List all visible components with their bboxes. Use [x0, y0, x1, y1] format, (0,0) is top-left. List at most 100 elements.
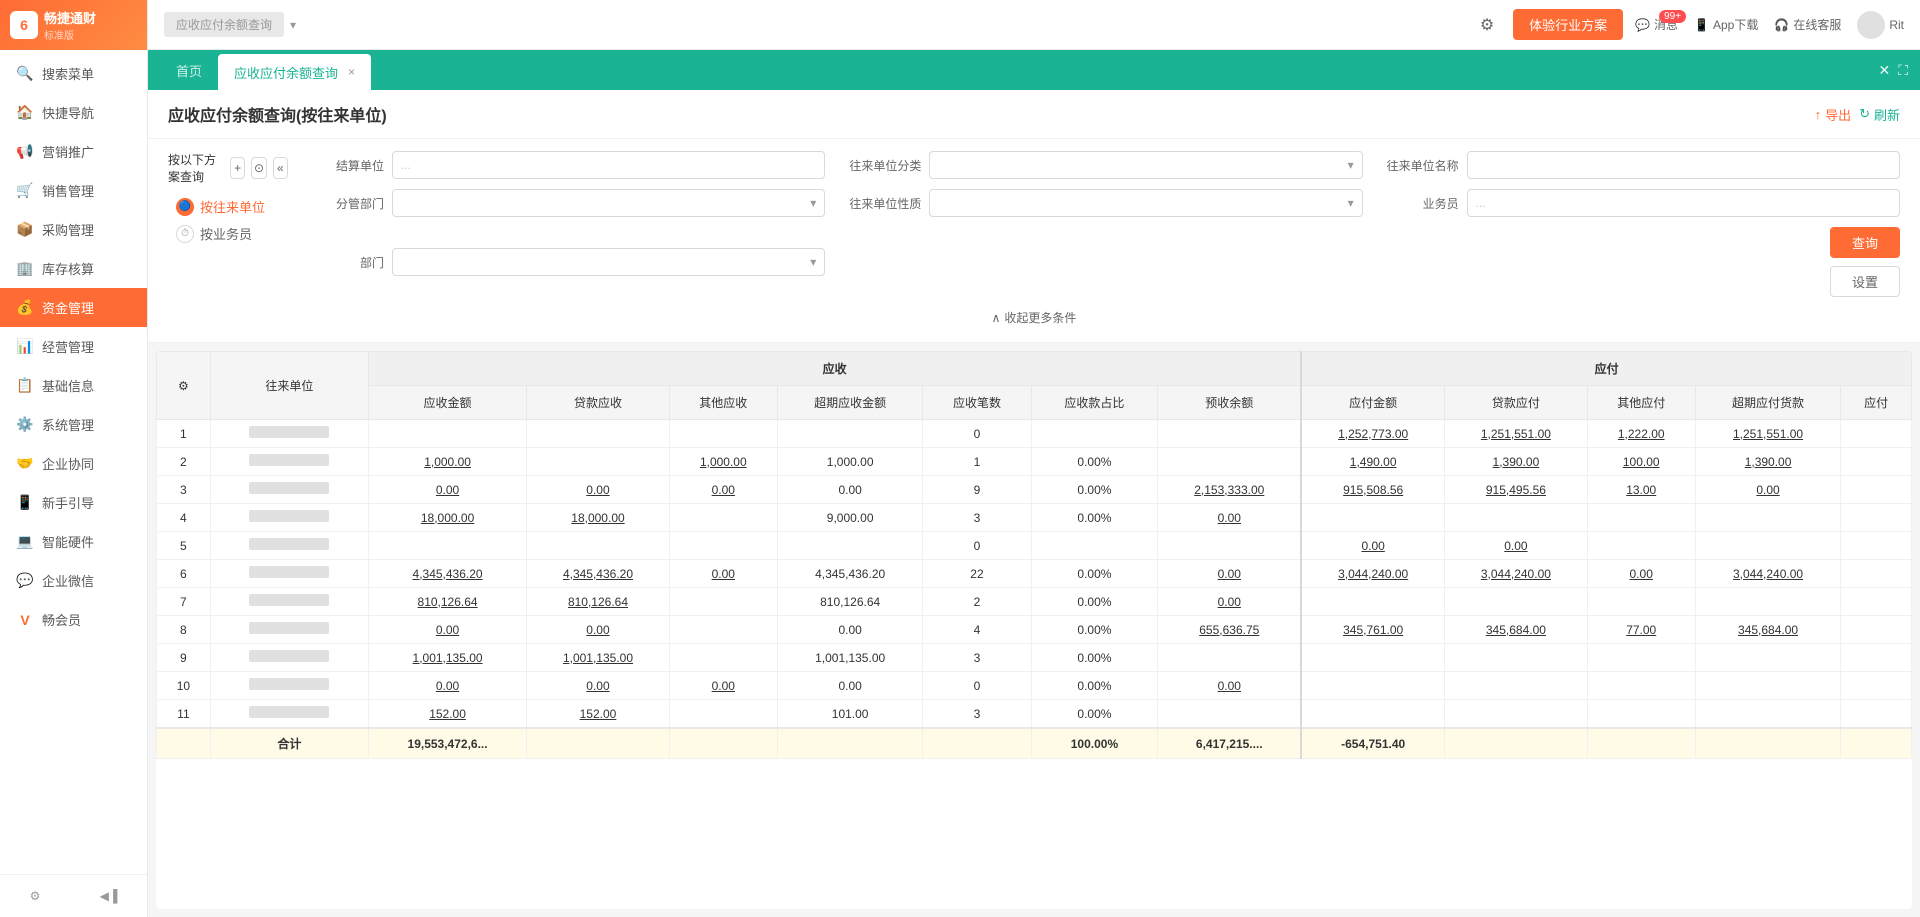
- tabbar-expand-btn[interactable]: ⛶: [1898, 62, 1908, 79]
- topbar-settings-btn[interactable]: ⚙: [1473, 11, 1501, 39]
- app-download-btn[interactable]: 📱 App下载: [1694, 16, 1758, 33]
- table-cell[interactable]: 0.00: [527, 476, 670, 504]
- sidebar-item-wechat[interactable]: 💬 企业微信: [0, 561, 147, 600]
- settings-scheme-btn[interactable]: ⊙: [251, 157, 266, 179]
- settlement-input[interactable]: ...: [392, 151, 825, 179]
- user-btn[interactable]: Rit: [1857, 11, 1904, 39]
- partner-category-input[interactable]: ▾: [929, 151, 1362, 179]
- sidebar-item-marketing[interactable]: 📢 营销推广: [0, 132, 147, 171]
- table-cell[interactable]: 1,252,773.00: [1301, 420, 1444, 448]
- table-cell[interactable]: 915,495.56: [1445, 476, 1588, 504]
- salesperson-input[interactable]: ...: [1467, 189, 1900, 217]
- table-cell[interactable]: 810,126.64: [527, 588, 670, 616]
- table-cell[interactable]: 0.00: [669, 560, 777, 588]
- table-cell[interactable]: 345,761.00: [1301, 616, 1444, 644]
- dept-input[interactable]: ▾: [392, 248, 825, 276]
- table-cell[interactable]: 0.00: [527, 672, 670, 700]
- tab-active[interactable]: 应收应付余额查询 ×: [218, 54, 371, 90]
- partner-nature-input[interactable]: ▾: [929, 189, 1362, 217]
- table-cell: 1,000.00: [777, 448, 923, 476]
- table-cell[interactable]: 915,508.56: [1301, 476, 1444, 504]
- method-partner[interactable]: 🔵 按往来单位: [168, 193, 288, 220]
- table-cell[interactable]: 0.00: [1587, 560, 1695, 588]
- export-button[interactable]: ↑ 导出: [1815, 105, 1852, 124]
- table-cell[interactable]: 0.00: [669, 476, 777, 504]
- table-cell[interactable]: 0.00: [1301, 532, 1444, 560]
- tab-close-icon[interactable]: ×: [348, 65, 355, 79]
- solution-button[interactable]: 体验行业方案: [1513, 9, 1623, 40]
- table-cell[interactable]: 0.00: [669, 672, 777, 700]
- sidebar-item-basic[interactable]: 📋 基础信息: [0, 366, 147, 405]
- sidebar-item-guide[interactable]: 📱 新手引导: [0, 483, 147, 522]
- table-cell[interactable]: 0.00: [1158, 588, 1301, 616]
- tabbar-close-btn[interactable]: ✕: [1878, 62, 1890, 79]
- table-cell: 22: [923, 560, 1031, 588]
- table-cell[interactable]: 0.00: [1158, 560, 1301, 588]
- tab-home[interactable]: 首页: [160, 50, 218, 90]
- table-cell[interactable]: 2,153,333.00: [1158, 476, 1301, 504]
- table-cell[interactable]: 18,000.00: [368, 504, 526, 532]
- collapse-scheme-btn[interactable]: «: [273, 157, 288, 179]
- table-cell[interactable]: 3,044,240.00: [1301, 560, 1444, 588]
- table-cell[interactable]: 4,345,436.20: [527, 560, 670, 588]
- table-cell[interactable]: 0.00: [527, 616, 670, 644]
- table-cell[interactable]: 0.00: [1445, 532, 1588, 560]
- table-cell[interactable]: 0.00: [1158, 504, 1301, 532]
- table-cell[interactable]: 1,390.00: [1695, 448, 1841, 476]
- table-cell[interactable]: 345,684.00: [1695, 616, 1841, 644]
- table-cell: [527, 448, 670, 476]
- refresh-button[interactable]: ↻ 刷新: [1859, 105, 1900, 124]
- table-cell[interactable]: 152.00: [527, 700, 670, 729]
- partner-name-input[interactable]: [1467, 151, 1900, 179]
- sidebar-item-operation[interactable]: 📊 经营管理: [0, 327, 147, 366]
- sidebar-item-search[interactable]: 🔍 搜索菜单: [0, 54, 147, 93]
- table-cell[interactable]: 1,251,551.00: [1445, 420, 1588, 448]
- sidebar-item-quick[interactable]: 🏠 快捷导航: [0, 93, 147, 132]
- table-cell[interactable]: 4,345,436.20: [368, 560, 526, 588]
- table-cell: 2: [923, 588, 1031, 616]
- table-cell[interactable]: 3,044,240.00: [1695, 560, 1841, 588]
- add-scheme-btn[interactable]: +: [230, 157, 245, 179]
- table-cell[interactable]: 77.00: [1587, 616, 1695, 644]
- table-cell[interactable]: 1,222.00: [1587, 420, 1695, 448]
- table-cell[interactable]: 345,684.00: [1445, 616, 1588, 644]
- table-cell[interactable]: 13.00: [1587, 476, 1695, 504]
- branch-dept-input[interactable]: ▾: [392, 189, 825, 217]
- topbar-dropdown-icon[interactable]: ▾: [290, 18, 296, 32]
- table-cell[interactable]: 1,390.00: [1445, 448, 1588, 476]
- sidebar-item-system[interactable]: ⚙️ 系统管理: [0, 405, 147, 444]
- table-cell[interactable]: 100.00: [1587, 448, 1695, 476]
- th-settings[interactable]: ⚙: [157, 352, 211, 420]
- sidebar-item-hardware[interactable]: 💻 智能硬件: [0, 522, 147, 561]
- table-cell[interactable]: 18,000.00: [527, 504, 670, 532]
- method-salesperson[interactable]: ⏱ 按业务员: [168, 220, 288, 247]
- table-cell[interactable]: 1,000.00: [669, 448, 777, 476]
- sidebar-item-inventory[interactable]: 🏢 库存核算: [0, 249, 147, 288]
- table-cell[interactable]: 152.00: [368, 700, 526, 729]
- collapse-more-btn[interactable]: ∧ 收起更多条件: [168, 305, 1900, 334]
- table-cell[interactable]: 1,001,135.00: [527, 644, 670, 672]
- table-cell[interactable]: 0.00: [368, 672, 526, 700]
- table-cell[interactable]: 3,044,240.00: [1445, 560, 1588, 588]
- sidebar-settings-btn[interactable]: ⚙: [20, 883, 51, 909]
- query-button[interactable]: 查询: [1830, 227, 1900, 258]
- set-button[interactable]: 设置: [1830, 266, 1900, 297]
- sidebar-item-collab[interactable]: 🤝 企业协同: [0, 444, 147, 483]
- table-cell[interactable]: 0.00: [368, 616, 526, 644]
- sidebar-item-finance[interactable]: 💰 资金管理: [0, 288, 147, 327]
- table-cell[interactable]: 810,126.64: [368, 588, 526, 616]
- sidebar-item-sales[interactable]: 🛒 销售管理: [0, 171, 147, 210]
- table-cell[interactable]: 1,251,551.00: [1695, 420, 1841, 448]
- table-cell[interactable]: 0.00: [1158, 672, 1301, 700]
- sidebar-collapse-btn[interactable]: ◀▐: [90, 883, 128, 909]
- sidebar-item-purchase[interactable]: 📦 采购管理: [0, 210, 147, 249]
- table-cell[interactable]: 1,000.00: [368, 448, 526, 476]
- messages-btn[interactable]: 💬 消息 99+: [1635, 16, 1678, 33]
- table-cell[interactable]: 1,001,135.00: [368, 644, 526, 672]
- table-cell[interactable]: 655,636.75: [1158, 616, 1301, 644]
- table-cell[interactable]: 0.00: [1695, 476, 1841, 504]
- online-service-btn[interactable]: 🎧 在线客服: [1774, 16, 1841, 33]
- table-cell[interactable]: 0.00: [368, 476, 526, 504]
- sidebar-item-member[interactable]: V 畅会员: [0, 600, 147, 639]
- table-cell[interactable]: 1,490.00: [1301, 448, 1444, 476]
